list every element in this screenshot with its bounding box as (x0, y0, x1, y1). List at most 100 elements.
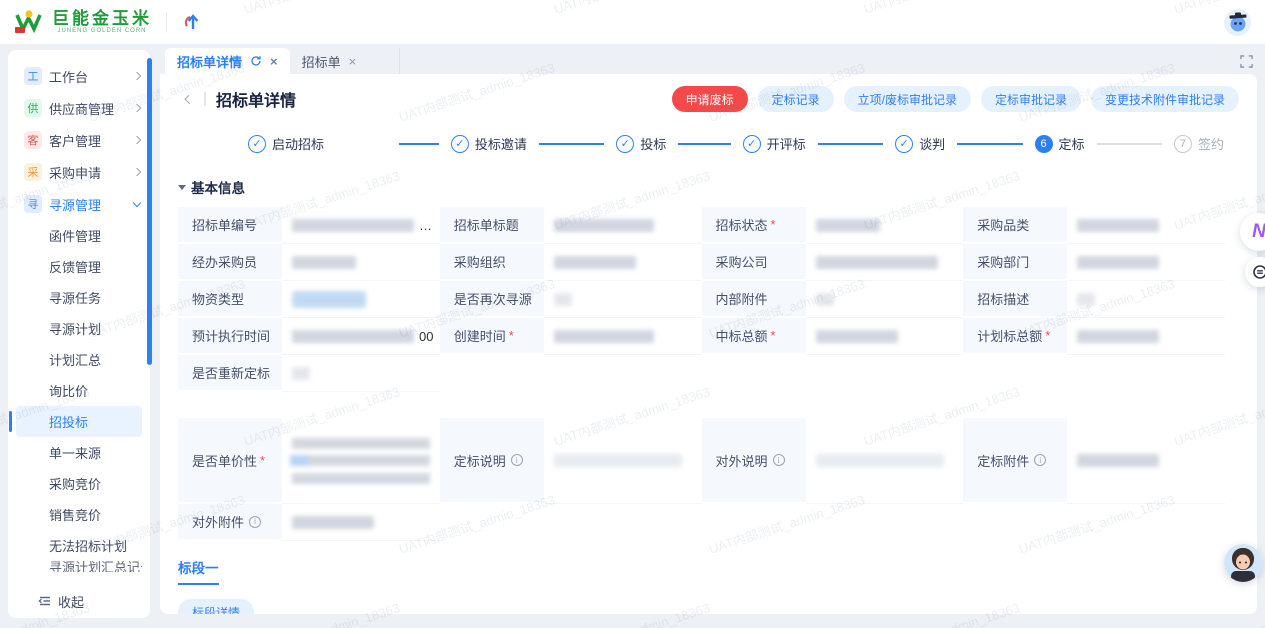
sidebar-subitem[interactable]: 反馈管理 (16, 251, 142, 282)
sidebar-top-items: 工 工作台 供 供应商管理 客 客户管理 采 采购申请 寻 (8, 60, 150, 220)
field-value-cell (282, 244, 440, 281)
process-stepper: ✓ 启动招标 ✓ 投标邀请 ✓ 投标 ✓ 开评标 ✓ 谈判 (248, 134, 1224, 153)
sidebar-subitem[interactable]: 销售竞价 (16, 499, 142, 530)
value-suffix: … (419, 218, 432, 233)
sidebar-subitem[interactable]: 单一来源 (16, 437, 142, 468)
basic-info-title: 基本信息 (191, 177, 245, 197)
page-title: 招标单详情 (216, 87, 296, 111)
field-label-cell: 创建时间 * (440, 318, 544, 355)
sidebar-subitem[interactable]: 询比价 (16, 375, 142, 406)
sidebar-item-label: 工作台 (49, 67, 134, 86)
field-label: 采购部门 (977, 252, 1029, 271)
sidebar-subitem[interactable]: 寻源计划 (16, 313, 142, 344)
stepper-step-label: 启动招标 (272, 134, 324, 153)
tab-close-icon[interactable]: × (349, 55, 357, 68)
field-label: 对外附件 (192, 512, 244, 531)
stepper-step-label: 定标 (1059, 134, 1085, 153)
masked-value (1077, 330, 1159, 343)
page-header: 招标单详情 申请废标定标记录立项/废标审批记录定标审批记录变更技术附件审批记录 (178, 84, 1239, 114)
field-label-cell: 采购公司 (702, 244, 806, 281)
field-label: 是否再次寻源 (454, 289, 532, 308)
tab-refresh-icon[interactable] (250, 55, 262, 67)
sidebar-item-icon: 采 (24, 163, 42, 181)
stepper-step-icon: ✓ (743, 135, 761, 153)
stepper-step-icon: ✓ (616, 135, 634, 153)
sidebar-subitem-label: 询比价 (49, 381, 88, 400)
field-label: 招标状态 (716, 215, 768, 234)
masked-value (554, 293, 572, 306)
fullscreen-icon[interactable] (1240, 55, 1253, 68)
field-value-cell (1067, 281, 1225, 318)
action-button[interactable]: 定标审批记录 (981, 86, 1081, 112)
masked-value (1077, 293, 1095, 306)
field-label-cell: 是否单价性 * (178, 418, 282, 504)
tab-label: 招标单 (302, 52, 341, 71)
sidebar-subitem[interactable]: 计划汇总 (16, 344, 142, 375)
sidebar-collapse-button[interactable]: 收起 (8, 584, 150, 618)
field-value-cell (806, 418, 964, 504)
sidebar-item-icon: 客 (24, 131, 42, 149)
sidebar-subitem[interactable]: 招投标 (16, 406, 142, 437)
sidebar-item[interactable]: 寻 寻源管理 (8, 188, 150, 220)
lot-detail-button[interactable]: 标段详情 (178, 599, 254, 614)
masked-value (816, 330, 898, 343)
basic-info-header[interactable]: 基本信息 (178, 177, 1239, 197)
field-label: 招标单编号 (192, 215, 257, 234)
assistant-avatar[interactable] (1224, 544, 1262, 582)
sidebar-item[interactable]: 供 供应商管理 (8, 92, 150, 124)
sidebar-subitem-label: 寻源计划 (49, 319, 101, 338)
tab-close-icon[interactable]: × (270, 55, 278, 68)
stepper-step-label: 投标邀请 (475, 134, 527, 153)
sidebar-item-label: 采购申请 (49, 163, 134, 182)
assistant-mascot-avatar[interactable] (1224, 9, 1251, 36)
field-label: 采购公司 (716, 252, 768, 271)
field-value-cell (544, 318, 702, 355)
field-value-cell (544, 244, 702, 281)
field-value-cell (544, 281, 702, 318)
tab[interactable]: 招标单 × (290, 48, 400, 74)
back-button[interactable] (178, 88, 200, 110)
sidebar: 工 工作台 供 供应商管理 客 客户管理 采 采购申请 寻 (8, 50, 150, 618)
action-button[interactable]: 变更技术附件审批记录 (1091, 86, 1239, 112)
action-button[interactable]: 定标记录 (758, 86, 834, 112)
field-label-cell: 物资类型 (178, 281, 282, 318)
action-button[interactable]: 立项/废标审批记录 (844, 86, 971, 112)
action-button[interactable]: 申请废标 (672, 86, 748, 112)
stepper-connector (399, 143, 438, 145)
sidebar-subitem[interactable]: 采购竞价 (16, 468, 142, 499)
sidebar-subitem[interactable]: 寻源计划汇总记录 (16, 561, 142, 572)
masked-value (816, 454, 944, 467)
field-value-cell (544, 418, 702, 504)
title-divider (204, 92, 206, 106)
logo[interactable]: 巨能金玉米 JUNENG GOLDEN CORN (14, 8, 152, 36)
field-label: 招标描述 (977, 289, 1029, 308)
sidebar-subitem[interactable]: 函件管理 (16, 220, 142, 251)
field-value-cell (806, 318, 964, 355)
sidebar-item[interactable]: 工 工作台 (8, 60, 150, 92)
sidebar-item[interactable]: 采 采购申请 (8, 156, 150, 188)
sidebar-item[interactable]: 客 客户管理 (8, 124, 150, 156)
stepper-step-label: 谈判 (919, 134, 945, 153)
sidebar-subitem[interactable]: 无法招标计划 (16, 530, 142, 561)
masked-value (816, 293, 834, 306)
tab-label: 招标单详情 (177, 52, 242, 71)
chevron-icon (133, 168, 141, 176)
sidebar-item-label: 供应商管理 (49, 99, 134, 118)
field-label-cell: 招标单编号 (178, 207, 282, 244)
field-label: 内部附件 (716, 289, 768, 308)
tab[interactable]: 招标单详情 × (165, 48, 290, 74)
field-label: 中标总额 (716, 326, 768, 345)
chevron-icon (133, 72, 141, 80)
sidebar-menu: 工 工作台 供 供应商管理 客 客户管理 采 采购申请 寻 (8, 56, 150, 582)
stepper-connector (818, 143, 883, 145)
sidebar-subitem[interactable]: 寻源任务 (16, 282, 142, 313)
sidebar-item-label: 客户管理 (49, 131, 134, 150)
sidebar-scrollbar[interactable] (147, 58, 152, 365)
masked-value (292, 256, 356, 269)
field-label-cell: 对外附件 (178, 504, 282, 541)
field-label-cell: 招标状态 * (702, 207, 806, 244)
quick-launch-arrow-icon[interactable] (181, 11, 203, 33)
lot-tab[interactable]: 标段一 (178, 557, 219, 585)
sidebar-subitem-label: 单一来源 (49, 443, 101, 462)
field-value-cell (806, 244, 964, 281)
